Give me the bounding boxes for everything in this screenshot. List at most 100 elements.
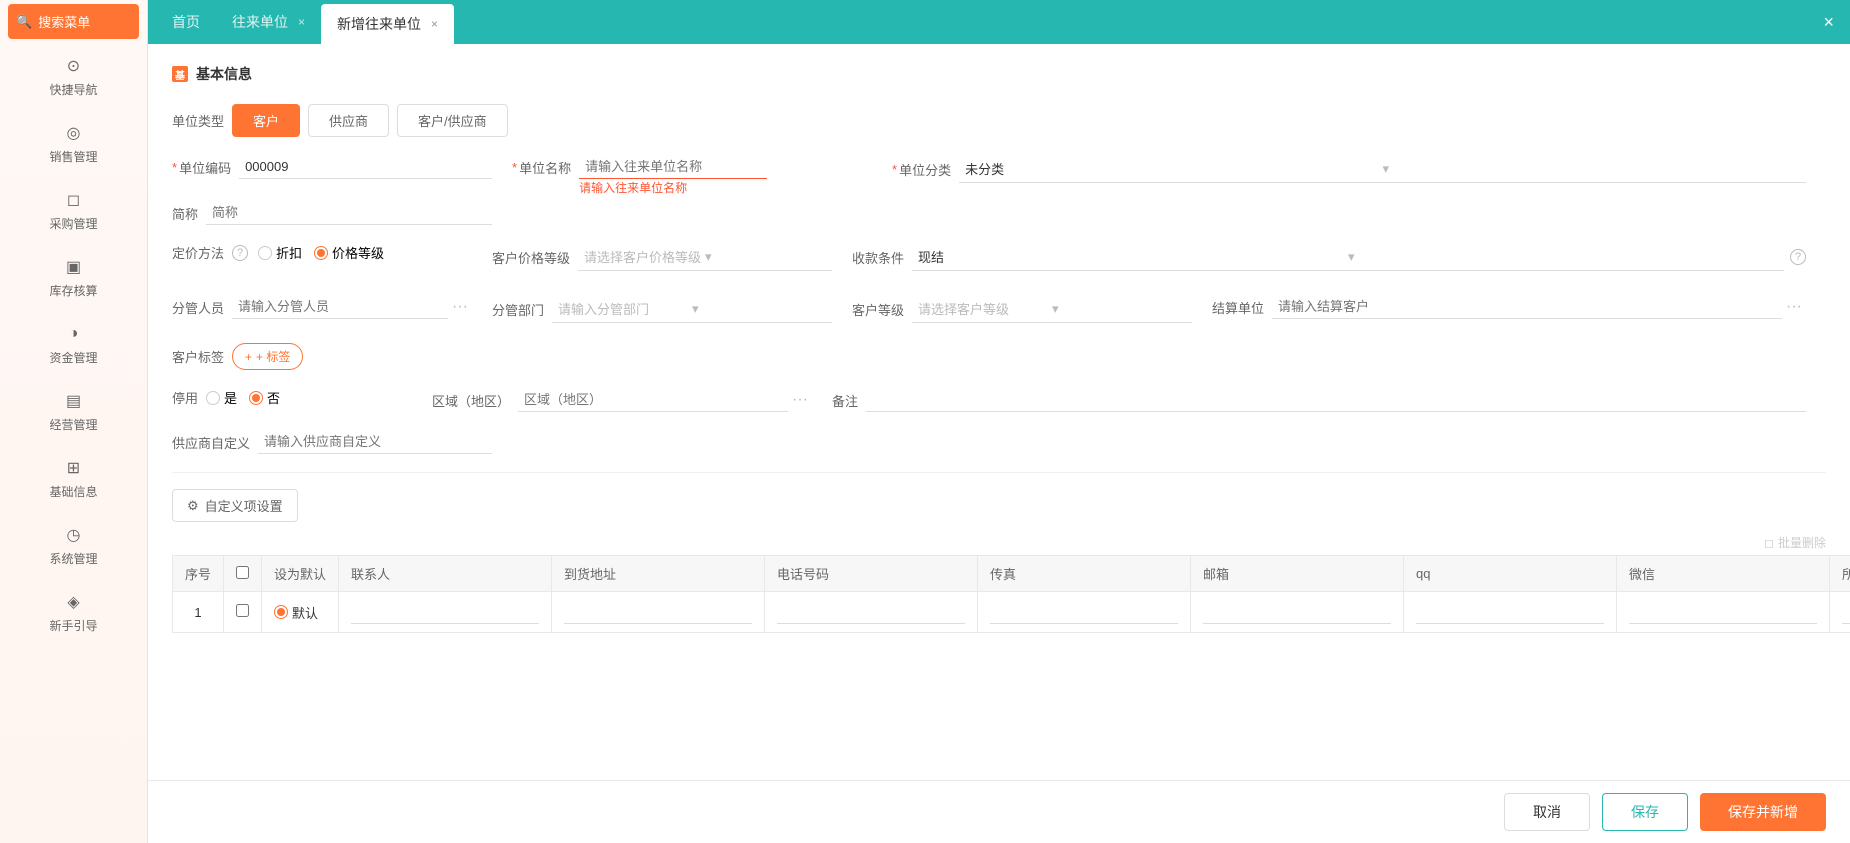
row-phone[interactable] bbox=[765, 592, 978, 633]
sidebar-item-inventory[interactable]: ▣ 库存核算 bbox=[0, 244, 147, 311]
customer-price-placeholder: 请选择客户价格等级 bbox=[584, 247, 705, 266]
cancel-button[interactable]: 取消 bbox=[1504, 793, 1590, 831]
default-radio[interactable]: 默认 bbox=[274, 603, 326, 622]
unit-category-select[interactable]: 未分类 ▾ bbox=[959, 155, 1806, 183]
remark-label: 备注 bbox=[832, 391, 858, 410]
settlement-more-btn[interactable]: ··· bbox=[1782, 298, 1806, 316]
fax-input[interactable] bbox=[990, 600, 1178, 624]
radio-price-level[interactable]: 价格等级 bbox=[314, 243, 384, 262]
manager-more-btn[interactable]: ··· bbox=[448, 298, 472, 316]
search-menu-btn[interactable]: 🔍 搜索菜单 bbox=[8, 4, 139, 39]
short-name-label: 简称 bbox=[172, 204, 198, 223]
dept-select[interactable]: 请输入分管部门 ▾ bbox=[552, 295, 832, 323]
form-content: 基 基本信息 单位类型 客户 供应商 客户/供应商 * 单位编码 * bbox=[148, 44, 1850, 780]
sidebar-item-label: 资金管理 bbox=[49, 349, 97, 366]
supplier-custom-input[interactable] bbox=[258, 430, 492, 454]
region-input[interactable] bbox=[518, 388, 788, 412]
type-btn-supplier[interactable]: 供应商 bbox=[308, 104, 389, 137]
tab-new-contact-close[interactable]: × bbox=[431, 17, 438, 31]
default-label: 默认 bbox=[292, 603, 318, 622]
short-name-input[interactable] bbox=[206, 201, 492, 225]
radio-inner bbox=[317, 249, 325, 257]
col-contact: 联系人 bbox=[339, 556, 552, 592]
row-checkbox bbox=[224, 592, 262, 633]
sidebar-item-system[interactable]: ◷ 系统管理 bbox=[0, 512, 147, 579]
quick-nav-icon: ⊙ bbox=[63, 55, 85, 77]
customer-level-select[interactable]: 请选择客户等级 ▾ bbox=[912, 295, 1192, 323]
row-email[interactable] bbox=[1191, 592, 1404, 633]
tab-contacts-close[interactable]: × bbox=[298, 15, 305, 29]
sidebar-item-sales[interactable]: ◎ 销售管理 bbox=[0, 110, 147, 177]
manager-input[interactable] bbox=[232, 295, 448, 319]
tag-row: 客户标签 + + 标签 bbox=[172, 343, 1826, 370]
wechat-input[interactable] bbox=[1629, 600, 1817, 624]
sidebar-item-operations[interactable]: ▤ 经营管理 bbox=[0, 378, 147, 445]
pricing-row: 定价方法 ? 折扣 价格等级 客户价格等级 bbox=[172, 243, 1826, 271]
batch-delete-label[interactable]: 批量删除 bbox=[1778, 534, 1826, 551]
window-close-btn[interactable]: × bbox=[1815, 12, 1842, 33]
add-tag-btn[interactable]: + + 标签 bbox=[232, 343, 303, 370]
remark-input[interactable] bbox=[866, 388, 1806, 412]
radio-no[interactable]: 否 bbox=[249, 388, 280, 407]
row-region[interactable] bbox=[1830, 592, 1850, 633]
sidebar-item-basic-info[interactable]: ⊞ 基础信息 bbox=[0, 445, 147, 512]
search-menu-label: 搜索菜单 bbox=[38, 12, 90, 31]
pricing-help-icon[interactable]: ? bbox=[232, 245, 248, 261]
unit-code-group: * 单位编码 bbox=[172, 155, 512, 179]
address-input[interactable] bbox=[564, 600, 752, 624]
sidebar-item-label: 库存核算 bbox=[49, 282, 97, 299]
unit-name-input[interactable] bbox=[579, 155, 767, 179]
tab-contacts-label: 往来单位 bbox=[232, 12, 288, 32]
type-btn-customer[interactable]: 客户 bbox=[232, 104, 300, 137]
unit-code-input[interactable] bbox=[239, 155, 492, 179]
contact-input[interactable] bbox=[351, 600, 539, 624]
row-qq[interactable] bbox=[1404, 592, 1617, 633]
unit-code-label: 单位编码 bbox=[179, 158, 231, 177]
col-checkbox bbox=[224, 556, 262, 592]
sidebar-item-label: 经营管理 bbox=[49, 416, 97, 433]
radio-inner bbox=[277, 608, 285, 616]
tab-contacts[interactable]: 往来单位 × bbox=[216, 0, 321, 44]
search-icon: 🔍 bbox=[16, 14, 32, 30]
payment-condition-group: 收款条件 现结 ▾ ? bbox=[852, 243, 1826, 271]
row-fax[interactable] bbox=[978, 592, 1191, 633]
settlement-input[interactable] bbox=[1272, 295, 1782, 319]
sidebar-item-purchase[interactable]: ◻ 采购管理 bbox=[0, 177, 147, 244]
type-btn-both[interactable]: 客户/供应商 bbox=[397, 104, 508, 137]
col-email: 邮箱 bbox=[1191, 556, 1404, 592]
unit-type-row: 单位类型 客户 供应商 客户/供应商 bbox=[172, 104, 1826, 137]
radio-no-label: 否 bbox=[267, 388, 280, 407]
payment-condition-select[interactable]: 现结 ▾ bbox=[912, 243, 1784, 271]
select-all-checkbox[interactable] bbox=[236, 566, 249, 579]
custom-settings-btn[interactable]: ⚙ 自定义项设置 bbox=[172, 489, 298, 522]
payment-help-icon[interactable]: ? bbox=[1790, 249, 1806, 265]
basic-info-icon: ⊞ bbox=[63, 457, 85, 479]
tab-new-contact[interactable]: 新增往来单位 × bbox=[321, 4, 454, 44]
qq-input[interactable] bbox=[1416, 600, 1604, 624]
row-contact[interactable] bbox=[339, 592, 552, 633]
radio-yes[interactable]: 是 bbox=[206, 388, 237, 407]
unit-name-group: * 单位名称 请输入往来单位名称 bbox=[512, 155, 892, 179]
customer-price-select[interactable]: 请选择客户价格等级 ▾ bbox=[578, 243, 832, 271]
tab-home[interactable]: 首页 bbox=[156, 0, 216, 44]
phone-input[interactable] bbox=[777, 600, 965, 624]
col-no: 序号 bbox=[173, 556, 224, 592]
save-button[interactable]: 保存 bbox=[1602, 793, 1688, 831]
row-wechat[interactable] bbox=[1617, 592, 1830, 633]
radio-inner bbox=[252, 394, 260, 402]
disable-row: 停用 是 否 区域（地区） ··· bbox=[172, 388, 1826, 412]
radio-discount[interactable]: 折扣 bbox=[258, 243, 302, 262]
sidebar-item-finance[interactable]: ◑ 资金管理 bbox=[0, 311, 147, 378]
radio-outer bbox=[206, 391, 220, 405]
region-more-btn[interactable]: ··· bbox=[788, 391, 812, 409]
save-new-button[interactable]: 保存并新增 bbox=[1700, 793, 1826, 831]
region-input[interactable] bbox=[1842, 600, 1850, 624]
pricing-method-label: 定价方法 bbox=[172, 243, 224, 262]
sidebar-item-guide[interactable]: ◈ 新手引导 bbox=[0, 579, 147, 646]
email-input[interactable] bbox=[1203, 600, 1391, 624]
row-checkbox-input[interactable] bbox=[236, 604, 249, 617]
section-basic-info: 基 基本信息 bbox=[172, 64, 1826, 84]
sidebar-item-quick-nav[interactable]: ⊙ 快捷导航 bbox=[0, 43, 147, 110]
pricing-method-group: 定价方法 ? 折扣 价格等级 bbox=[172, 243, 492, 262]
row-address[interactable] bbox=[552, 592, 765, 633]
